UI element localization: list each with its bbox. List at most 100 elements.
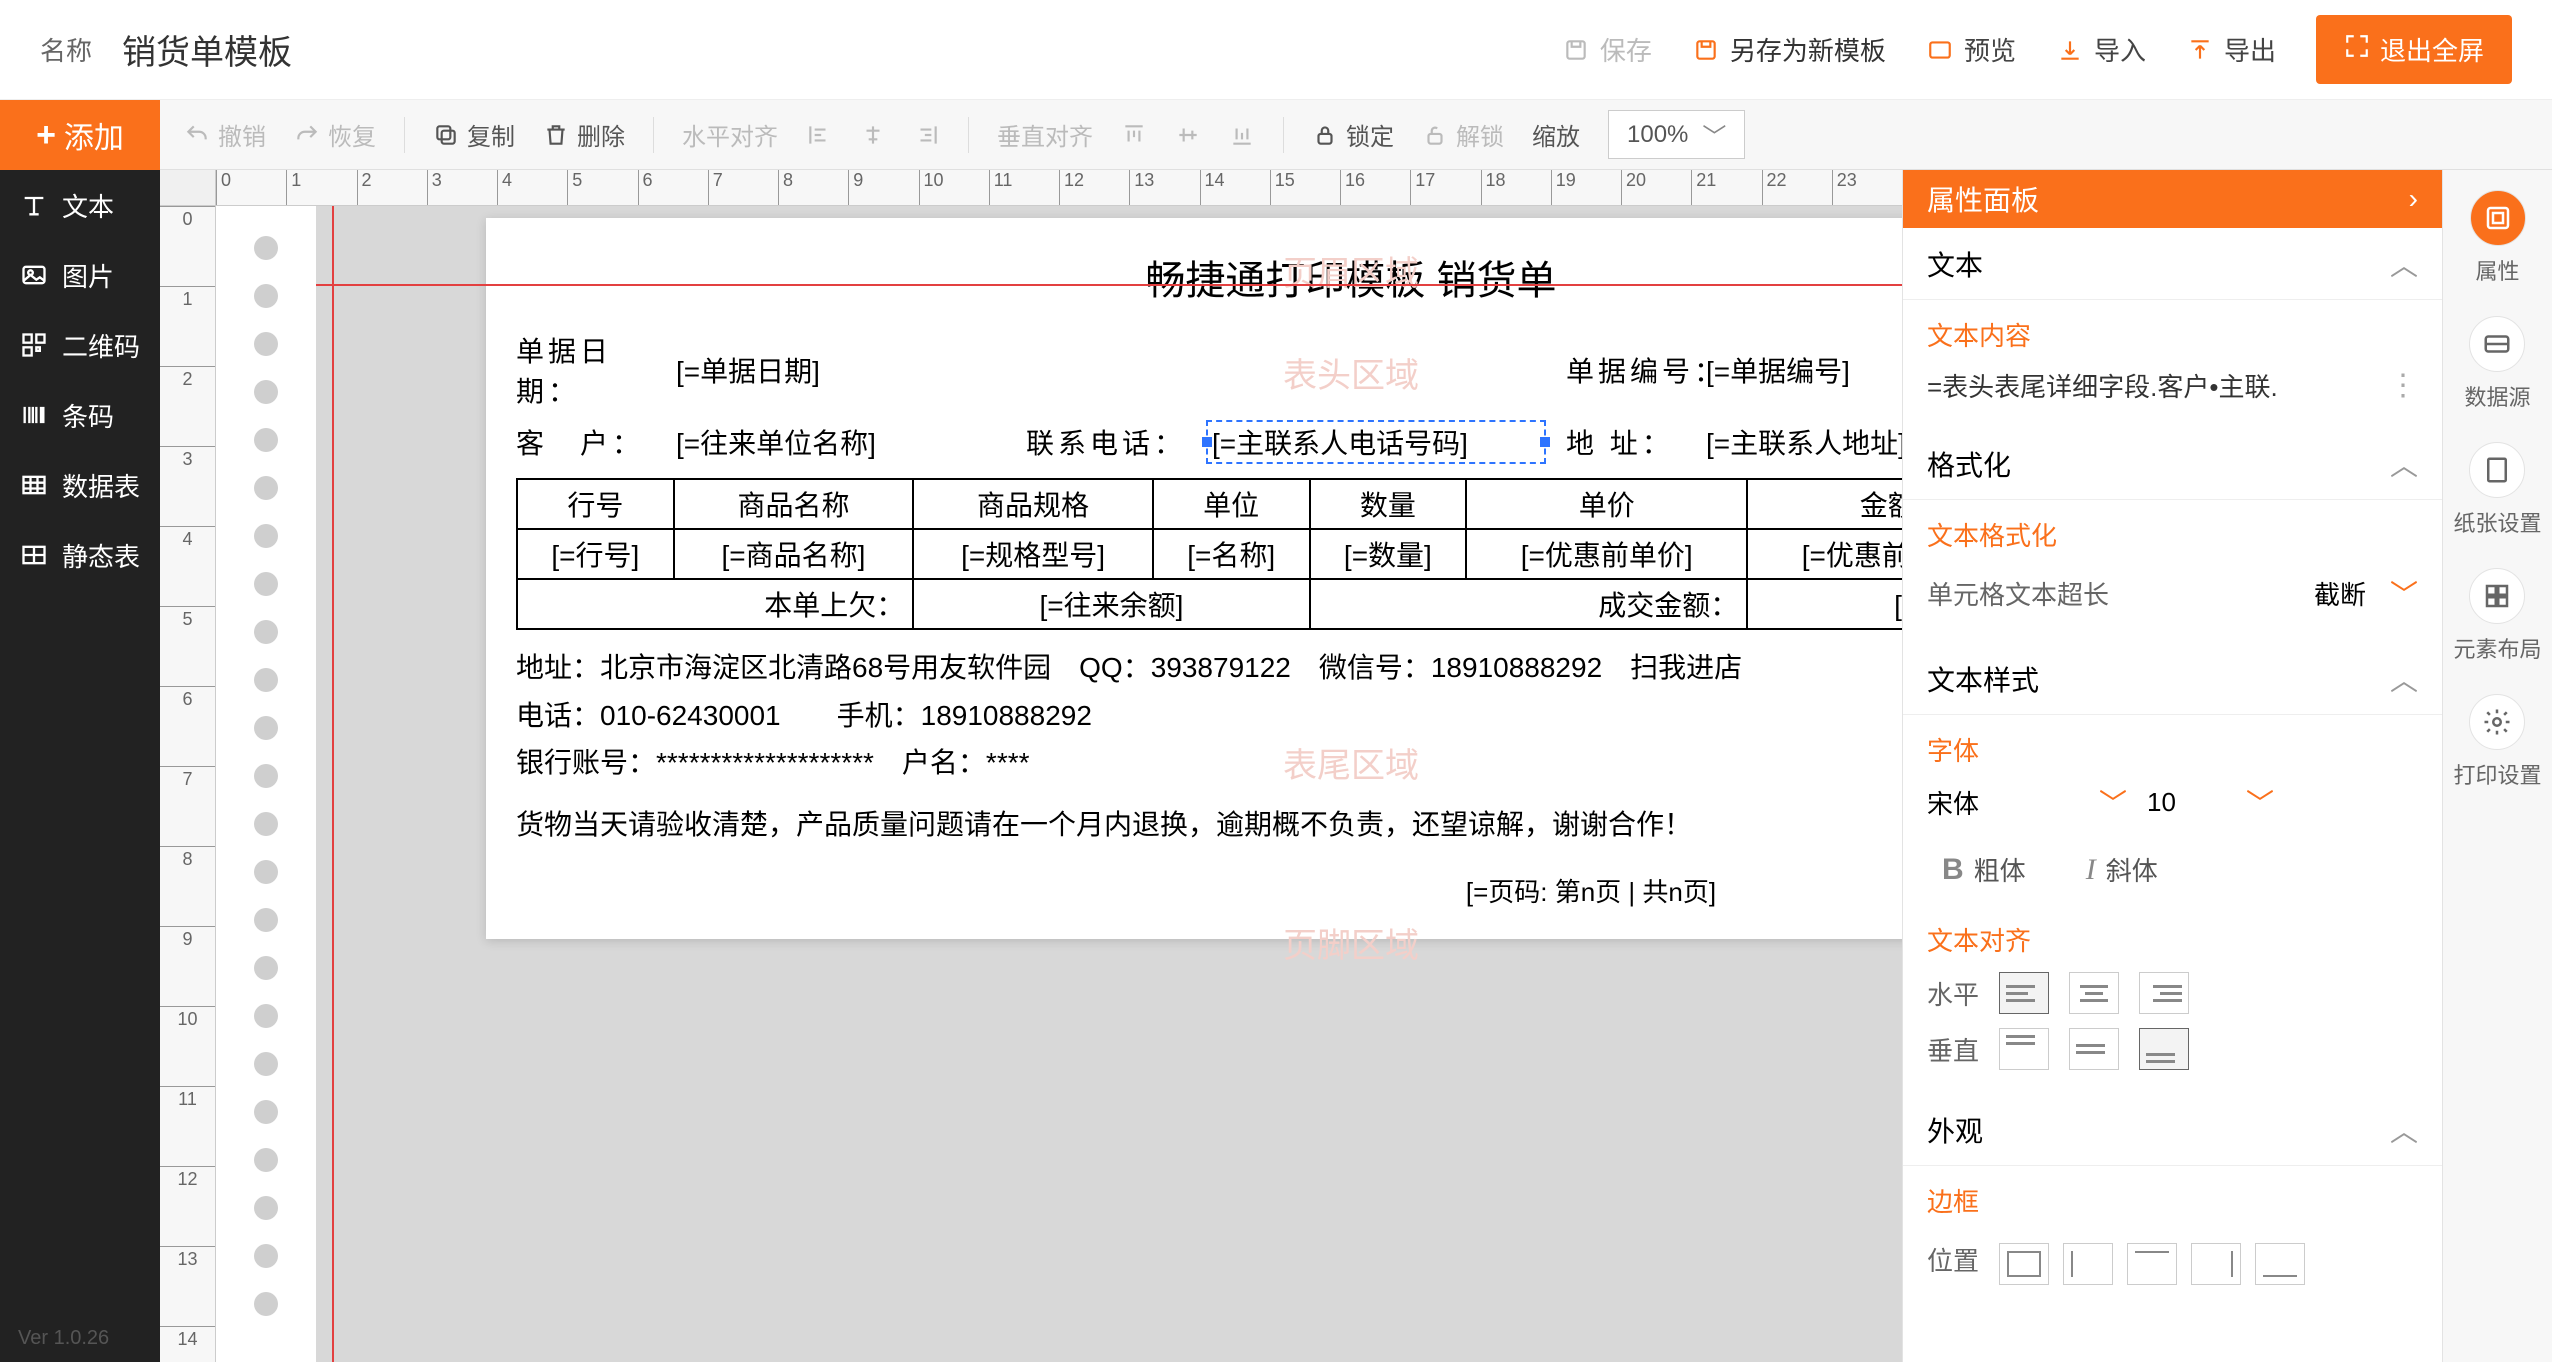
summary-right-val[interactable]: [=成交金额] [1747, 579, 1902, 629]
barcode-icon [20, 401, 48, 429]
template-name[interactable]: 销货单模板 [122, 25, 292, 74]
border-left[interactable] [2063, 1243, 2113, 1285]
save-button[interactable]: 保存 [1562, 31, 1652, 68]
font-size-select[interactable]: 10 ﹀ [2147, 782, 2274, 822]
page-number[interactable]: [=页码: 第n页 | 共n页] [756, 872, 1902, 909]
halign-left[interactable] [1999, 972, 2049, 1014]
table-header[interactable]: 单价 [1466, 479, 1747, 529]
table-header[interactable]: 行号 [517, 479, 674, 529]
exit-fullscreen-button[interactable]: 退出全屏 [2316, 15, 2512, 84]
table-header[interactable]: 单位 [1153, 479, 1310, 529]
border-top[interactable] [2127, 1243, 2177, 1285]
summary-left-val[interactable]: [=往来余额] [913, 579, 1309, 629]
align-bottom-icon[interactable] [1229, 122, 1255, 148]
table-cell[interactable]: [=数量] [1310, 529, 1467, 579]
font-sub-label: 字体 [1927, 731, 2418, 768]
tab-datasource[interactable]: 数据源 [2464, 316, 2530, 412]
table-header[interactable]: 商品名称 [674, 479, 914, 529]
border-bottom[interactable] [2255, 1243, 2305, 1285]
table-cell[interactable]: [=优惠前金额] [1747, 529, 1902, 579]
delete-button[interactable]: 删除 [543, 117, 625, 152]
sidebar-item-image[interactable]: 图片 [0, 240, 160, 310]
table-header[interactable]: 商品规格 [913, 479, 1153, 529]
valign-bottom[interactable] [2139, 1028, 2189, 1070]
template-title[interactable]: 畅捷通打印模板 销货单 [516, 248, 1902, 306]
sidebar-item-statictable[interactable]: 静态表 [0, 520, 160, 590]
ruler-horizontal[interactable]: 01234567891011121314151617181920212223 [216, 170, 1902, 206]
tab-layout[interactable]: 元素布局 [2453, 568, 2541, 664]
save-as-icon [1692, 36, 1720, 64]
add-button[interactable]: + 添加 [0, 100, 160, 170]
canvas-area[interactable]: 页眉区域 表头区域 表尾区域 页脚区域 畅捷通打印模板 销货单 单据日期： [=… [316, 206, 1902, 1362]
undo-button[interactable]: 撤销 [184, 117, 266, 152]
lock-icon [1312, 122, 1338, 148]
customer-label[interactable]: 客 户： [516, 422, 656, 462]
more-icon[interactable]: ⋮ [2388, 368, 2418, 403]
table-cell[interactable]: [=商品名称] [674, 529, 914, 579]
tab-print[interactable]: 打印设置 [2453, 694, 2541, 790]
phone-value-selected[interactable]: [=主联系人电话号码] [1206, 420, 1546, 464]
summary-left-label[interactable]: 本单上欠： [517, 579, 913, 629]
section-style[interactable]: 文本样式 ︿ [1903, 643, 2442, 715]
addr-value[interactable]: [=主联系人地址] [1706, 422, 1902, 462]
font-family-select[interactable]: 宋体 ﹀ [1927, 782, 2127, 822]
table-header[interactable]: 金额 [1747, 479, 1902, 529]
copy-icon [433, 122, 459, 148]
table-cell[interactable]: [=名称] [1153, 529, 1310, 579]
preview-button[interactable]: 预览 [1926, 31, 2016, 68]
table-header[interactable]: 数量 [1310, 479, 1467, 529]
copy-button[interactable]: 复制 [433, 117, 515, 152]
save-as-button[interactable]: 另存为新模板 [1692, 31, 1886, 68]
align-right-icon[interactable] [914, 122, 940, 148]
overflow-select[interactable]: 单元格文本超长 截断 ﹀ [1927, 567, 2418, 619]
summary-right-label[interactable]: 成交金额： [1310, 579, 1748, 629]
table-cell[interactable]: [=优惠前单价] [1466, 529, 1747, 579]
sidebar-item-barcode[interactable]: 条码 [0, 380, 160, 450]
align-left-icon[interactable] [806, 122, 832, 148]
tab-properties[interactable]: 属性 [2470, 190, 2526, 286]
sidebar-item-datatable[interactable]: 数据表 [0, 450, 160, 520]
chevron-up-icon: ︿ [2390, 444, 2418, 484]
border-right[interactable] [2191, 1243, 2241, 1285]
customer-value[interactable]: [=往来单位名称] [676, 422, 976, 462]
template-page[interactable]: 页眉区域 表头区域 表尾区域 页脚区域 畅捷通打印模板 销货单 单据日期： [=… [486, 218, 1902, 939]
bill-no-value[interactable]: [=单据编号] [1706, 350, 1902, 390]
chevron-down-icon: ﹀ [2390, 573, 2418, 613]
bill-date-value[interactable]: [=单据日期] [676, 350, 976, 390]
addr-label[interactable]: 地 址： [1566, 422, 1686, 462]
section-text[interactable]: 文本 ︿ [1903, 228, 2442, 300]
italic-toggle[interactable]: I 斜体 [2071, 842, 2173, 897]
phone-label[interactable]: 联系电话： [996, 422, 1186, 462]
halign-center[interactable] [2069, 972, 2119, 1014]
lock-button[interactable]: 锁定 [1312, 117, 1394, 152]
sidebar-item-text[interactable]: 文本 [0, 170, 160, 240]
bill-no-label[interactable]: 单据编号： [1566, 350, 1686, 390]
data-table[interactable]: 行号商品名称商品规格单位数量单价金额备注 [=行号][=商品名称][=规格型号]… [516, 478, 1902, 630]
footer-text[interactable]: 地址：北京市海淀区北清路68号用友软件园 QQ：393879122 微信号：18… [516, 644, 1902, 864]
align-center-h-icon[interactable] [860, 122, 886, 148]
properties-icon [2470, 190, 2526, 246]
section-format[interactable]: 格式化 ︿ [1903, 428, 2442, 500]
unlock-button[interactable]: 解锁 [1422, 117, 1504, 152]
preview-icon [1926, 36, 1954, 64]
export-button[interactable]: 导出 [2186, 31, 2276, 68]
ruler-vertical[interactable]: 01234567891011121314 [160, 206, 216, 1362]
redo-button[interactable]: 恢复 [294, 117, 376, 152]
align-top-icon[interactable] [1121, 122, 1147, 148]
border-all[interactable] [1999, 1243, 2049, 1285]
bill-date-label[interactable]: 单据日期： [516, 330, 656, 410]
content-value-row[interactable]: =表头表尾详细字段.客户•主联. ⋮ [1927, 367, 2418, 404]
align-middle-icon[interactable] [1175, 122, 1201, 148]
bold-toggle[interactable]: B 粗体 [1927, 842, 2041, 897]
halign-right[interactable] [2139, 972, 2189, 1014]
section-appearance[interactable]: 外观 ︿ [1903, 1094, 2442, 1166]
import-button[interactable]: 导入 [2056, 31, 2146, 68]
sidebar-item-qrcode[interactable]: 二维码 [0, 310, 160, 380]
property-panel-header[interactable]: 属性面板 › [1903, 170, 2442, 228]
valign-top[interactable] [1999, 1028, 2049, 1070]
tab-paper[interactable]: 纸张设置 [2453, 442, 2541, 538]
valign-middle[interactable] [2069, 1028, 2119, 1070]
zoom-select[interactable]: 100% ﹀ [1608, 110, 1745, 159]
table-cell[interactable]: [=规格型号] [913, 529, 1153, 579]
table-cell[interactable]: [=行号] [517, 529, 674, 579]
